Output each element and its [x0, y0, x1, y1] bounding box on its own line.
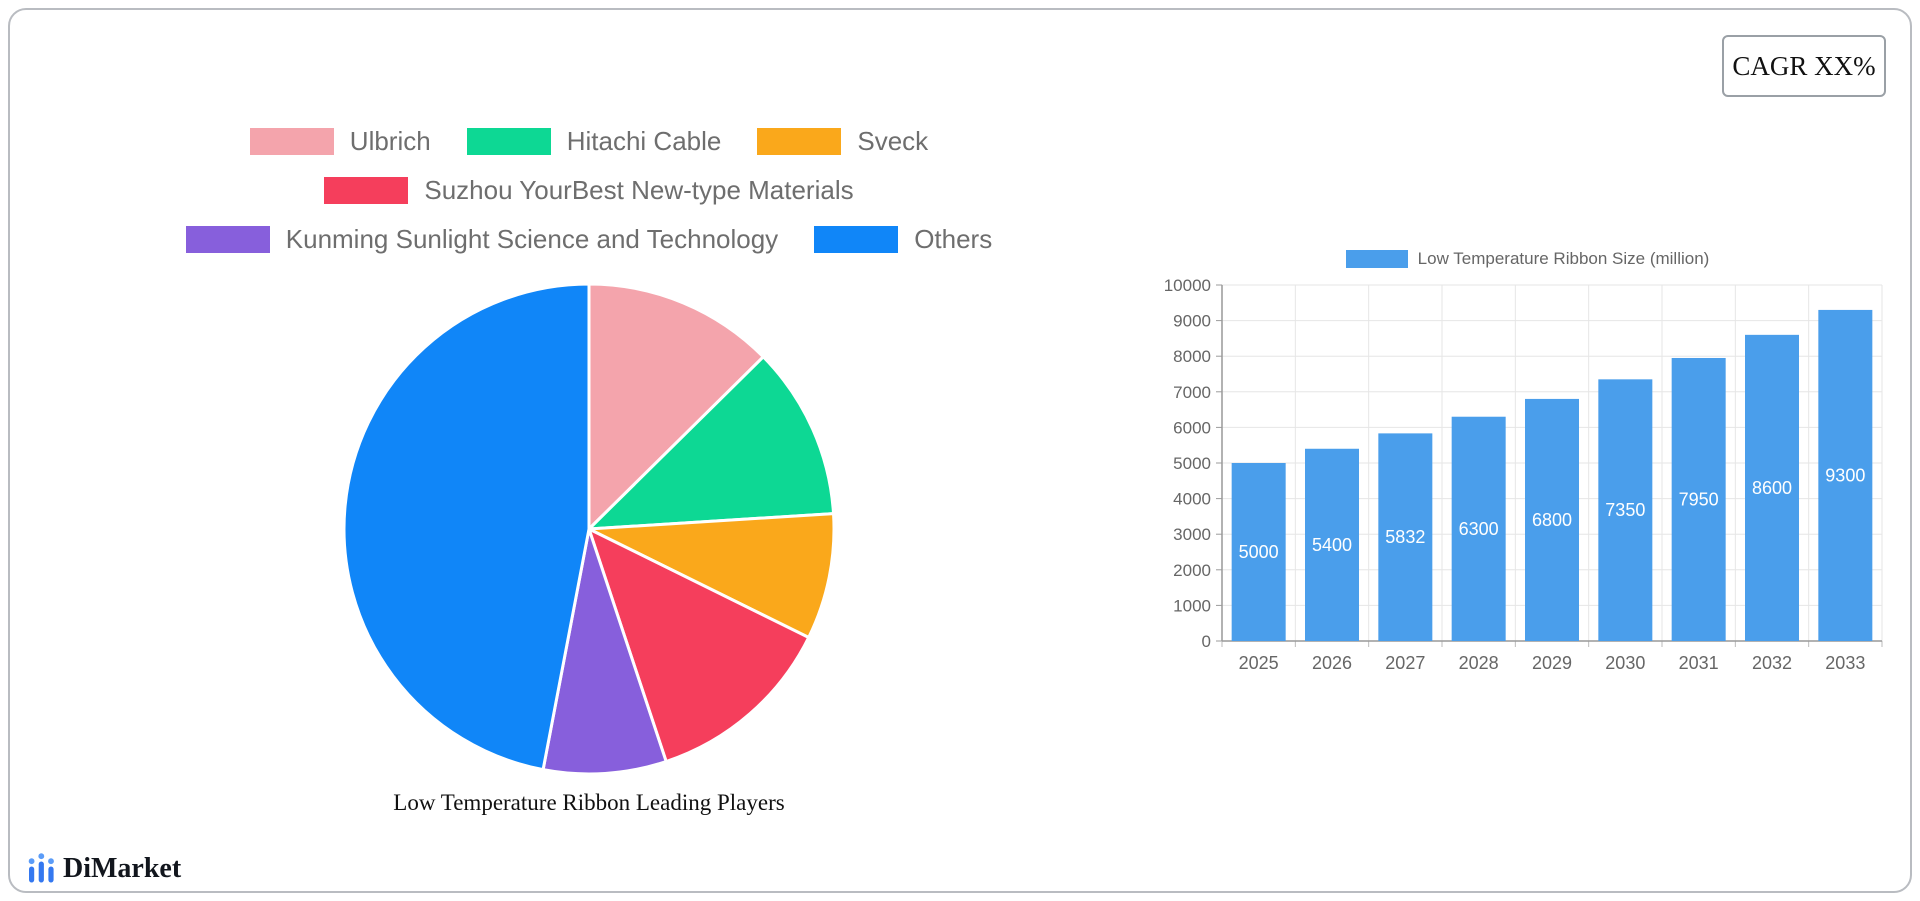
y-tick-label: 7000	[1173, 383, 1211, 402]
legend-label: Suzhou YourBest New-type Materials	[424, 174, 854, 205]
x-category-label: 2033	[1825, 653, 1865, 673]
bar-legend-swatch	[1345, 250, 1408, 268]
y-tick-label: 9000	[1173, 312, 1211, 331]
x-category-label: 2031	[1679, 653, 1719, 673]
bar-value-label: 7950	[1679, 489, 1719, 509]
bar-chart: 0 1000 2000 3000 4000 5000 6000 7000 8000 9000 100…	[1164, 276, 1883, 673]
bar-value-label: 5832	[1385, 527, 1425, 547]
cagr-badge: CAGR XX%	[1722, 35, 1886, 97]
x-category-label: 2030	[1605, 653, 1645, 673]
bar-value-label: 6300	[1459, 519, 1499, 539]
legend-label: Others	[914, 223, 993, 254]
legend-item-others[interactable]: Others	[814, 224, 992, 255]
legend-swatch-sveck	[757, 127, 842, 155]
bar-value-label: 8600	[1752, 478, 1792, 498]
legend-item-sveck[interactable]: Sveck	[757, 126, 928, 157]
x-category-label: 2028	[1459, 653, 1499, 673]
legend-label: Kunming Sunlight Science and Technology	[285, 223, 779, 254]
brand-logo: DiMarket	[28, 852, 181, 883]
pie-legend-row: Kunming Sunlight Science and Technology O…	[185, 223, 992, 255]
bar-legend-item[interactable]: Low Temperature Ribbon Size (million)	[1155, 246, 1900, 272]
legend-item-hitachi-cable[interactable]: Hitachi Cable	[466, 125, 722, 157]
pie-chart-section: Ulbrich Hitachi Cable Sveck Suzhou YourBest…	[139, 126, 1039, 816]
y-tick-label: 1000	[1173, 596, 1211, 615]
bar-value-label: 9300	[1825, 465, 1865, 485]
pie-slice-others[interactable]	[342, 282, 591, 772]
x-category-label: 2029	[1532, 653, 1572, 673]
legend-swatch-suzhou-yourbest-new-type-materials	[324, 176, 409, 204]
x-category-label: 2027	[1385, 653, 1425, 673]
pie-legend-row: Suzhou YourBest New-type Materials	[324, 174, 854, 206]
y-tick-label: 4000	[1173, 490, 1211, 509]
legend-swatch-hitachi-cable	[466, 127, 551, 155]
legend-swatch-ulbrich	[249, 127, 334, 155]
legend-label: Hitachi Cable	[566, 125, 722, 156]
legend-item-suzhou-yourbest-new-type-materials[interactable]: Suzhou YourBest New-type Materials	[324, 174, 854, 206]
y-tick-label: 0	[1202, 632, 1211, 651]
legend-item-kunming-sunlight-science-and-technology[interactable]: Kunming Sunlight Science and Technology	[185, 223, 779, 255]
bar-legend-label: Low Temperature Ribbon Size (million)	[1417, 249, 1710, 268]
pie-legend: Ulbrich Hitachi Cable Sveck Suzhou YourBest…	[185, 125, 992, 255]
pie-legend-row: Ulbrich Hitachi Cable Sveck	[249, 125, 928, 157]
cagr-label: CAGR XX%	[1732, 50, 1876, 81]
bar-value-label: 7350	[1605, 500, 1645, 520]
y-tick-label: 3000	[1173, 525, 1211, 544]
bar-value-label: 6800	[1532, 510, 1572, 530]
y-tick-label: 8000	[1173, 347, 1211, 366]
y-tick-label: 5000	[1173, 454, 1211, 473]
pie-chart	[342, 282, 836, 776]
brand-bars-icon	[28, 853, 54, 883]
legend-item-ulbrich[interactable]: Ulbrich	[249, 125, 431, 157]
y-tick-label: 10000	[1164, 278, 1211, 295]
legend-swatch-others	[814, 225, 899, 253]
y-tick-label: 2000	[1173, 561, 1211, 580]
bar-chart-section: Low Temperature Ribbon Size (million) 0 1…	[1155, 246, 1900, 708]
pie-chart-title: Low Temperature Ribbon Leading Players	[393, 790, 785, 815]
y-tick-label: 6000	[1173, 418, 1211, 437]
legend-label: Sveck	[857, 125, 929, 156]
x-category-label: 2025	[1239, 653, 1279, 673]
x-category-label: 2026	[1312, 653, 1352, 673]
bar-value-label: 5000	[1239, 542, 1279, 562]
brand-name: DiMarket	[63, 853, 182, 884]
legend-label: Ulbrich	[349, 125, 431, 156]
bar-value-label: 5400	[1312, 535, 1352, 555]
legend-swatch-kunming-sunlight-science-and-technology	[185, 225, 270, 253]
x-category-label: 2032	[1752, 653, 1792, 673]
